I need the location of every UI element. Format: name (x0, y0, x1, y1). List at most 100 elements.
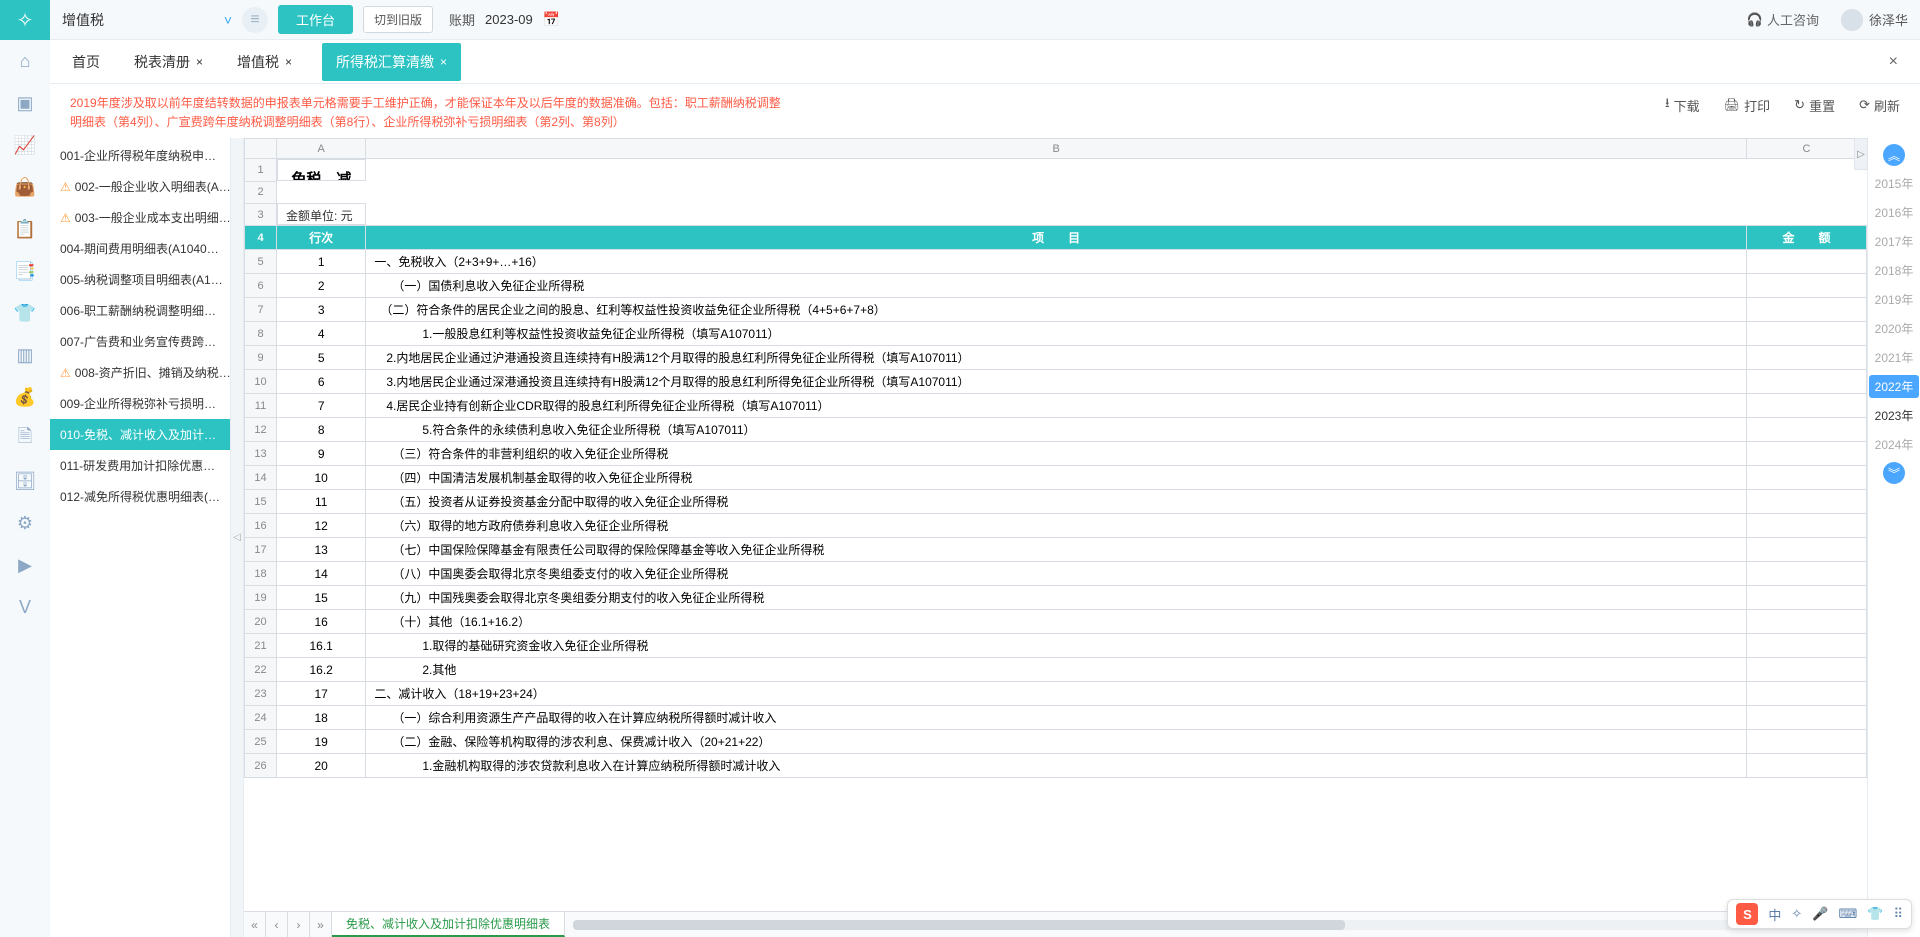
cell-xiangmu[interactable]: 1.金融机构取得的涉农贷款利息收入在计算应纳税所得额时减计收入 (366, 754, 1747, 778)
cell-hangci[interactable]: 17 (277, 682, 366, 706)
row-number[interactable]: 6 (245, 274, 277, 298)
row-number[interactable]: 18 (245, 562, 277, 586)
cell-amount[interactable] (1747, 730, 1867, 754)
cell-amount[interactable] (1747, 298, 1867, 322)
cell-xiangmu[interactable]: （八）中国奥委会取得北京冬奥组委支付的收入免征企业所得税 (366, 562, 1747, 586)
cell-amount[interactable] (1747, 562, 1867, 586)
cell-xiangmu[interactable]: 一、免税收入（2+3+9+…+16） (366, 250, 1747, 274)
row-number[interactable]: 13 (245, 442, 277, 466)
nav-video-icon[interactable]: ▶ (0, 544, 50, 586)
row-number[interactable]: 14 (245, 466, 277, 490)
ime-icon-4[interactable]: 👕 (1867, 906, 1883, 922)
nav-tshirt-icon[interactable]: 👕 (0, 292, 50, 334)
year-item[interactable]: 2015年 (1875, 172, 1914, 195)
sheet-tab-active[interactable]: 免税、减计收入及加计扣除优惠明细表 (332, 912, 565, 937)
form-list-item[interactable]: 010-免税、减计收入及加计… (50, 419, 230, 450)
nav-archive-icon[interactable]: 🗄 (0, 460, 50, 502)
row-number[interactable]: 9 (245, 346, 277, 370)
cell-hangci[interactable]: 3 (277, 298, 366, 322)
form-list-item[interactable]: 004-期间费用明细表(A1040… (50, 233, 230, 264)
ime-icon-3[interactable]: ⌨ (1839, 906, 1858, 922)
cell-xiangmu[interactable]: （十）其他（16.1+16.2） (366, 610, 1747, 634)
cell-hangci[interactable]: 9 (277, 442, 366, 466)
cell-xiangmu[interactable]: 2.其他 (366, 658, 1747, 682)
row-number[interactable]: 22 (245, 658, 277, 682)
cell-amount[interactable] (1747, 634, 1867, 658)
row-number[interactable]: 8 (245, 322, 277, 346)
cell-amount[interactable] (1747, 490, 1867, 514)
form-list-item[interactable]: ⚠008-资产折旧、摊销及纳税… (50, 357, 230, 388)
nav-settings-icon[interactable]: ⚙ (0, 502, 50, 544)
row-number[interactable]: 24 (245, 706, 277, 730)
form-list-item[interactable]: 001-企业所得税年度纳税申… (50, 140, 230, 171)
row-number[interactable]: 21 (245, 634, 277, 658)
cell-amount[interactable] (1747, 754, 1867, 778)
cell-hangci[interactable]: 6 (277, 370, 366, 394)
row-number[interactable]: 19 (245, 586, 277, 610)
row-number[interactable]: 10 (245, 370, 277, 394)
form-list-item[interactable]: 011-研发费用加计扣除优惠… (50, 450, 230, 481)
row-number[interactable]: 20 (245, 610, 277, 634)
year-item[interactable]: 2022年 (1869, 375, 1920, 398)
row-number[interactable]: 4 (245, 226, 277, 250)
cell-amount[interactable] (1747, 274, 1867, 298)
cell-xiangmu[interactable]: （一）国债利息收入免征企业所得税 (366, 274, 1747, 298)
cell-xiangmu[interactable]: 1.一般股息红利等权益性投资收益免征企业所得税（填写A107011） (366, 322, 1747, 346)
tab-vat[interactable]: 增值税× (233, 40, 296, 83)
row-number[interactable]: 12 (245, 418, 277, 442)
tabs-close-all-icon[interactable]: × (1885, 49, 1902, 75)
cell-amount[interactable] (1747, 682, 1867, 706)
column-header[interactable]: A (277, 139, 366, 159)
workspace-button[interactable]: 工作台 (278, 5, 353, 34)
cell-amount[interactable] (1747, 418, 1867, 442)
year-item[interactable]: 2021年 (1875, 346, 1914, 369)
cell-amount[interactable] (1747, 514, 1867, 538)
cell-amount[interactable] (1747, 442, 1867, 466)
cell-hangci[interactable]: 19 (277, 730, 366, 754)
cell-xiangmu[interactable]: （五）投资者从证券投资基金分配中取得的收入免征企业所得税 (366, 490, 1747, 514)
cell-xiangmu[interactable]: 5.符合条件的永续债利息收入免征企业所得税（填写A107011） (366, 418, 1747, 442)
cell-xiangmu[interactable]: （一）综合利用资源生产产品取得的收入在计算应纳税所得额时减计收入 (366, 706, 1747, 730)
cell-hangci[interactable]: 14 (277, 562, 366, 586)
cell-xiangmu[interactable]: （三）符合条件的非营利组织的收入免征企业所得税 (366, 442, 1747, 466)
nav-bag-icon[interactable]: 👜 (0, 166, 50, 208)
cell-hangci[interactable]: 5 (277, 346, 366, 370)
cell-amount[interactable] (1747, 538, 1867, 562)
nav-clipboard-icon[interactable]: 📋 (0, 208, 50, 250)
year-item[interactable]: 2018年 (1875, 259, 1914, 282)
row-number[interactable]: 23 (245, 682, 277, 706)
horizontal-scrollbar[interactable] (573, 920, 1859, 930)
row-number[interactable]: 26 (245, 754, 277, 778)
form-list-item[interactable]: 006-职工薪酬纳税调整明细… (50, 295, 230, 326)
cell-xiangmu[interactable]: （七）中国保险保障基金有限责任公司取得的保险保障基金等收入免征企业所得税 (366, 538, 1747, 562)
form-list-item[interactable]: ⚠002-一般企业收入明细表(A… (50, 171, 230, 202)
row-number[interactable]: 15 (245, 490, 277, 514)
sheet-nav-next[interactable]: › (288, 912, 310, 937)
print-button[interactable]: 🖨打印 (1724, 96, 1771, 115)
cell-hangci[interactable]: 10 (277, 466, 366, 490)
row-number[interactable]: 3 (245, 203, 277, 226)
year-scroll-up-icon[interactable]: ︽ (1883, 144, 1905, 166)
download-button[interactable]: ⭳下载 (1665, 94, 1700, 116)
cell-hangci[interactable]: 15 (277, 586, 366, 610)
row-number[interactable]: 16 (245, 514, 277, 538)
form-list-item[interactable]: 012-减免所得税优惠明细表(… (50, 481, 230, 512)
calendar-icon[interactable]: 📅 (543, 11, 560, 28)
cell-amount[interactable] (1747, 706, 1867, 730)
year-item[interactable]: 2024年 (1875, 433, 1914, 456)
form-list-item[interactable]: 005-纳税调整项目明细表(A1… (50, 264, 230, 295)
collapse-left-handle[interactable]: ◁ (230, 138, 244, 937)
nav-doc-icon[interactable]: 🗎 (0, 418, 50, 460)
cell-hangci[interactable]: 7 (277, 394, 366, 418)
nav-chart-icon[interactable]: 📈 (0, 124, 50, 166)
cell-xiangmu[interactable]: 1.取得的基础研究资金收入免征企业所得税 (366, 634, 1747, 658)
cell-hangci[interactable]: 4 (277, 322, 366, 346)
ime-icon-2[interactable]: 🎤 (1812, 906, 1828, 922)
tax-selector[interactable]: 增值税 ˅ (62, 10, 232, 30)
cell-hangci[interactable]: 16.2 (277, 658, 366, 682)
row-number[interactable]: 25 (245, 730, 277, 754)
cell-xiangmu[interactable]: （二）符合条件的居民企业之间的股息、红利等权益性投资收益免征企业所得税（4+5+… (366, 298, 1747, 322)
year-item[interactable]: 2020年 (1875, 317, 1914, 340)
reset-button[interactable]: ↻重置 (1794, 96, 1835, 115)
form-list-item[interactable]: ⚠003-一般企业成本支出明细… (50, 202, 230, 233)
